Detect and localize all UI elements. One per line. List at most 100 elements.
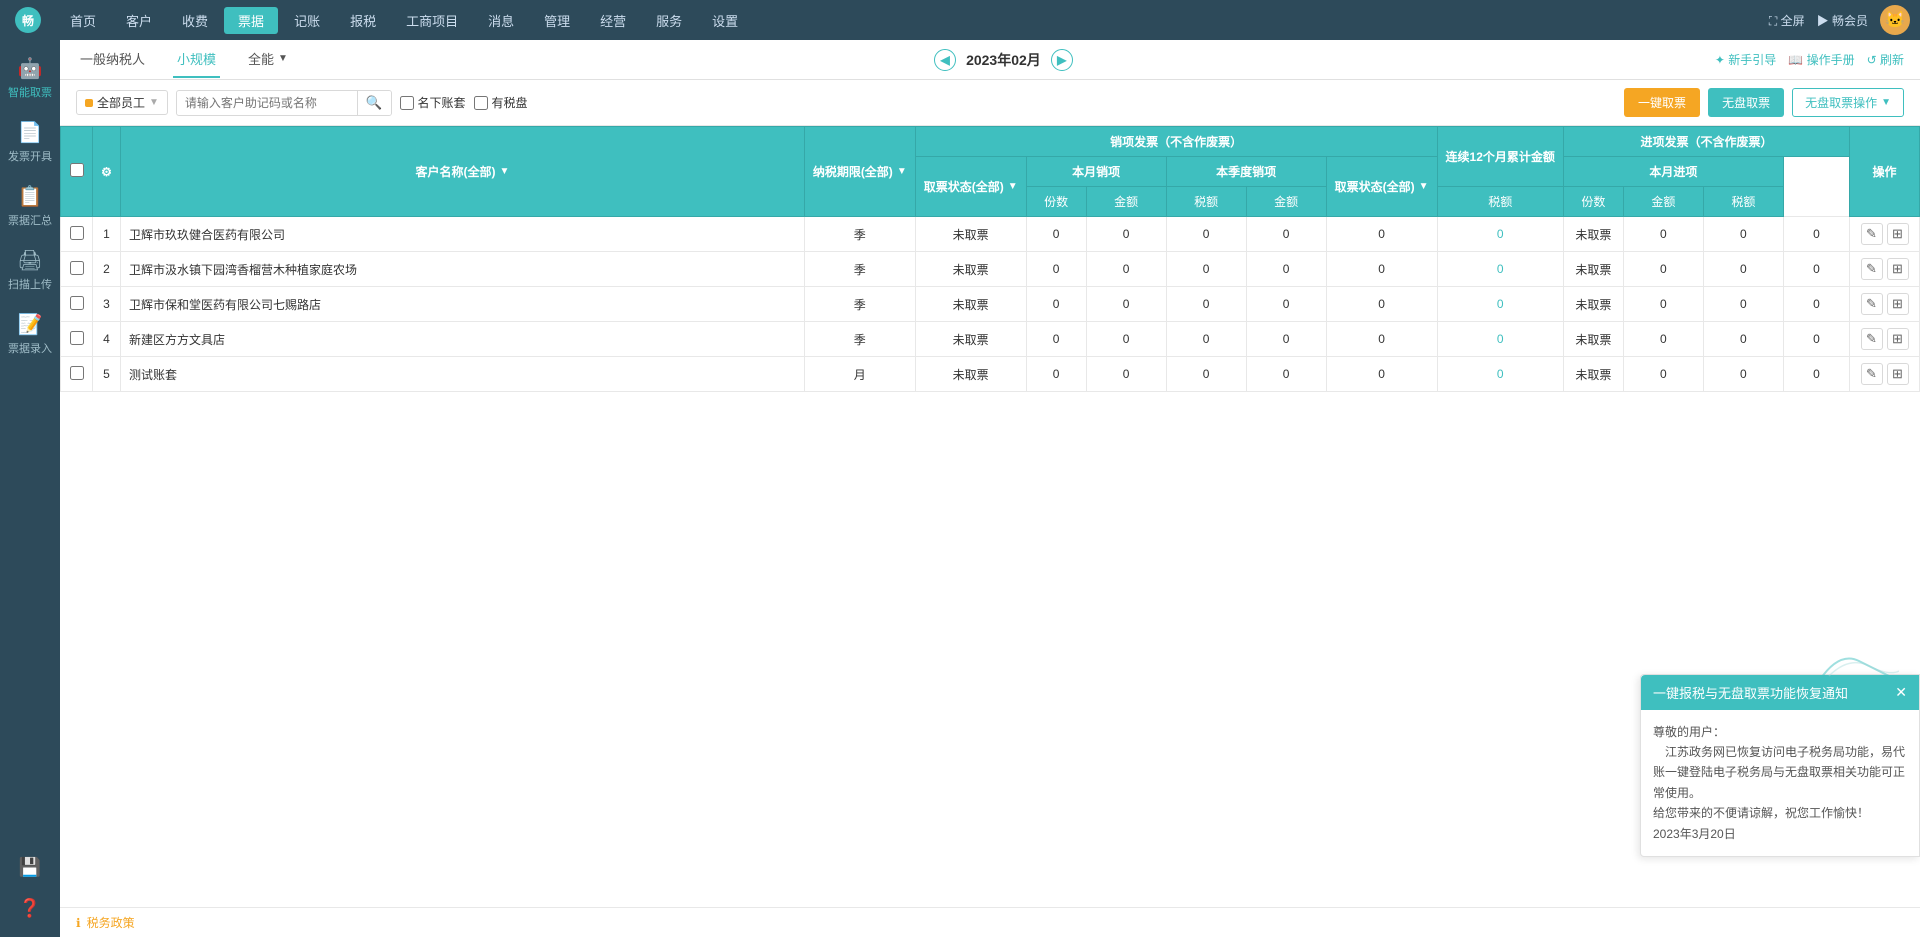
nav-customer[interactable]: 客户 (112, 7, 166, 34)
row-name-4[interactable]: 测试账套 (121, 357, 805, 392)
row-num-4: 5 (93, 357, 121, 392)
row-edit-btn-1[interactable]: ✎ (1861, 258, 1883, 280)
nav-service[interactable]: 服务 (642, 7, 696, 34)
row-sales-tax-2: 0 (1166, 287, 1246, 322)
nav-message[interactable]: 消息 (474, 7, 528, 34)
under-account-input[interactable] (400, 96, 414, 110)
row-actions-1: ✎ ⊞ (1850, 252, 1920, 287)
row-name-1[interactable]: 卫辉市汲水镇下园湾香榴营木种植家庭农场 (121, 252, 805, 287)
sidebar-item-invoice-entry[interactable]: 📝 票据录入 (3, 304, 57, 364)
row-sales-copies-1: 0 (1026, 252, 1086, 287)
th-quarter-amount: 金额 (1246, 187, 1326, 217)
avatar[interactable]: 🐱 (1880, 5, 1910, 35)
row-edit-btn-0[interactable]: ✎ (1861, 223, 1883, 245)
row-checkbox-3[interactable] (61, 322, 93, 357)
invoice-summary-icon: 📋 (18, 184, 43, 209)
row-view-btn-2[interactable]: ⊞ (1887, 293, 1909, 315)
next-month-btn[interactable]: ▶ (1051, 49, 1073, 71)
nav-settings[interactable]: 设置 (698, 7, 752, 34)
one-key-ticket-btn[interactable]: 一键取票 (1624, 88, 1700, 117)
row-num-1: 2 (93, 252, 121, 287)
no-disk-ticket-btn[interactable]: 无盘取票 (1708, 88, 1784, 117)
row-checkbox-0[interactable] (61, 217, 93, 252)
select-all-checkbox[interactable] (70, 163, 84, 177)
row-cancel-status-purchase-0: 未取票 (1563, 217, 1623, 252)
row-checkbox-4[interactable] (61, 357, 93, 392)
search-input[interactable] (177, 92, 357, 114)
row-view-btn-1[interactable]: ⊞ (1887, 258, 1909, 280)
member-btn[interactable]: ▶ 畅会员 (1817, 12, 1868, 29)
nav-tax[interactable]: 报税 (336, 7, 390, 34)
nav-operation[interactable]: 经营 (586, 7, 640, 34)
employee-select[interactable]: 全部员工 ▼ (76, 90, 168, 115)
sidebar-save-btn[interactable]: 💾 (3, 851, 57, 884)
tax-period-filter-icon[interactable]: ▼ (897, 166, 907, 177)
nav-invoice[interactable]: 票据 (224, 7, 278, 34)
sidebar-item-scan-upload[interactable]: 🖨 扫描上传 (3, 240, 57, 300)
row-num-0: 1 (93, 217, 121, 252)
row-cancel-status-sales-3: 未取票 (915, 322, 1026, 357)
row-cancel-status-purchase-3: 未取票 (1563, 322, 1623, 357)
row-name-2[interactable]: 卫辉市保和堂医药有限公司七赐路店 (121, 287, 805, 322)
notification-close-btn[interactable]: ✕ (1895, 684, 1907, 701)
row-name-0[interactable]: 卫辉市玖玖健合医药有限公司 (121, 217, 805, 252)
main-table: ⚙ 客户名称(全部) ▼ 纳税期限(全部) ▼ (60, 126, 1920, 392)
row-checkbox-2[interactable] (61, 287, 93, 322)
has-tax-disk-input[interactable] (474, 96, 488, 110)
row-purchase-copies-2: 0 (1623, 287, 1703, 322)
no-disk-op-btn[interactable]: 无盘取票操作 ▼ (1792, 88, 1904, 117)
row-view-btn-4[interactable]: ⊞ (1887, 363, 1909, 385)
chevron-down-icon: ▼ (278, 53, 288, 64)
tab-small-scale[interactable]: 小规模 (173, 41, 220, 78)
new-guide-btn[interactable]: ✦ 新手引导 (1715, 51, 1776, 68)
row-cancel-status-sales-0: 未取票 (915, 217, 1026, 252)
row-sales-copies-3: 0 (1026, 322, 1086, 357)
sidebar-item-invoice-open[interactable]: 📄 发票开具 (3, 112, 57, 172)
under-account-checkbox[interactable]: 名下账套 (400, 94, 466, 111)
manual-btn[interactable]: 📖 操作手册 (1788, 51, 1854, 68)
row-edit-btn-3[interactable]: ✎ (1861, 328, 1883, 350)
th-settings: ⚙ (93, 127, 121, 217)
nav-home[interactable]: 首页 (56, 7, 110, 34)
prev-month-btn[interactable]: ◀ (934, 49, 956, 71)
th-customer: 客户名称(全部) ▼ (121, 127, 805, 217)
scan-upload-icon: 🖨 (17, 248, 42, 273)
row-edit-btn-4[interactable]: ✎ (1861, 363, 1883, 385)
cancel-status-sales-filter-icon[interactable]: ▼ (1008, 181, 1018, 192)
nav-fee[interactable]: 收费 (168, 7, 222, 34)
customer-filter-icon[interactable]: ▼ (499, 166, 509, 177)
row-view-btn-0[interactable]: ⊞ (1887, 223, 1909, 245)
th-sales-amount: 金额 (1086, 187, 1166, 217)
row-actions-4: ✎ ⊞ (1850, 357, 1920, 392)
row-tax-period-1: 季 (804, 252, 915, 287)
row-twelve-month-2: 0 (1437, 287, 1563, 322)
row-quarter-tax-2: 0 (1326, 287, 1437, 322)
search-button[interactable]: 🔍 (357, 91, 391, 115)
row-purchase-tax-1: 0 (1783, 252, 1849, 287)
th-cancel-status-purchase: 取票状态(全部) ▼ (1326, 157, 1437, 217)
sidebar-help-btn[interactable]: ❓ (3, 892, 57, 925)
invoice-entry-icon: 📝 (18, 312, 43, 337)
nav-business[interactable]: 工商项目 (392, 7, 472, 34)
tab-general-taxpayer[interactable]: 一般纳税人 (76, 41, 149, 78)
nav-bookkeeping[interactable]: 记账 (280, 7, 334, 34)
row-cancel-status-purchase-4: 未取票 (1563, 357, 1623, 392)
sidebar-item-invoice-summary[interactable]: 📋 票据汇总 (3, 176, 57, 236)
cancel-status-purchase-filter-icon[interactable]: ▼ (1419, 181, 1429, 192)
app-logo[interactable]: 畅 (10, 2, 46, 38)
tax-policy-link[interactable]: 税务政策 (87, 914, 135, 931)
tab-all[interactable]: 全能 ▼ (244, 41, 292, 78)
row-checkbox-1[interactable] (61, 252, 93, 287)
refresh-btn[interactable]: ↺ 刷新 (1867, 51, 1904, 68)
has-tax-disk-checkbox[interactable]: 有税盘 (474, 94, 528, 111)
row-quarter-amount-2: 0 (1246, 287, 1326, 322)
nav-manage[interactable]: 管理 (530, 7, 584, 34)
th-purchase-tax: 税额 (1703, 187, 1783, 217)
settings-icon[interactable]: ⚙ (101, 165, 112, 179)
row-sales-tax-4: 0 (1166, 357, 1246, 392)
row-edit-btn-2[interactable]: ✎ (1861, 293, 1883, 315)
row-name-3[interactable]: 新建区方方文具店 (121, 322, 805, 357)
sidebar-item-smart-ticket[interactable]: 🤖 智能取票 (3, 48, 57, 108)
row-view-btn-3[interactable]: ⊞ (1887, 328, 1909, 350)
fullscreen-btn[interactable]: ⛶ 全屏 (1769, 12, 1805, 29)
